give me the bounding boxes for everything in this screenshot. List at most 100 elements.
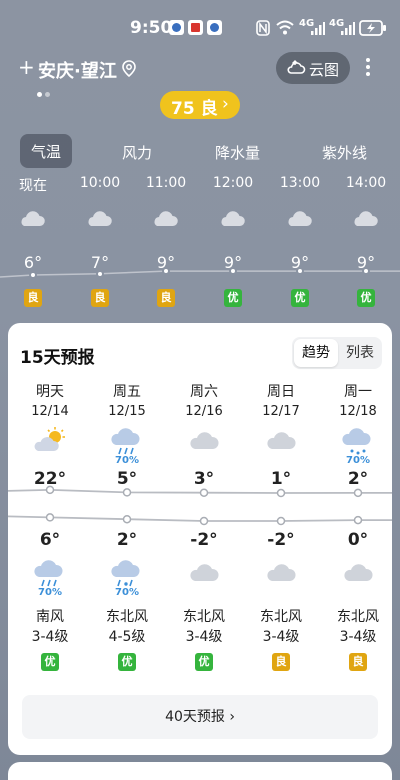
page-indicator [37, 82, 53, 101]
day-aq-badge: 良 [349, 653, 367, 671]
high-temp: 5° [116, 469, 138, 489]
day-date: 12/16 [185, 404, 223, 419]
sunny-cloudy-icon [12, 427, 88, 467]
status-time: 9:50 [130, 18, 173, 38]
status-bar: 9:50 4G 4G [0, 0, 400, 52]
location-name[interactable]: 安庆·望江 [38, 57, 117, 83]
wind-level: 3-4级 [262, 629, 300, 645]
low-temp-point [199, 516, 209, 526]
day-precip: 70% [115, 455, 139, 466]
wifi-icon [276, 20, 294, 35]
forecast-40day-button[interactable]: 40天预报 › [22, 695, 378, 739]
high-temp: 1° [270, 469, 292, 489]
day-name: 周一 [344, 384, 372, 400]
sleet-icon: 70% [89, 559, 165, 599]
location-pin-icon [122, 60, 136, 77]
app-notification-icon [207, 20, 222, 35]
wind-level: 3-4级 [31, 629, 69, 645]
cloud-map-button[interactable]: 云图 [276, 52, 350, 84]
tab-uv[interactable]: 紫外线 [322, 142, 367, 163]
cloudy-icon [243, 559, 319, 599]
low-temp-point [45, 513, 55, 522]
hour-time-label: 11:00 [145, 175, 187, 191]
hour-temp: 6° [23, 253, 43, 272]
low-temp: -2° [267, 530, 295, 550]
hour-aq-badge: 优 [224, 289, 242, 307]
trend-toggle[interactable]: 趋势 [294, 339, 338, 367]
rain-icon: 70% [12, 559, 88, 599]
tab-wind[interactable]: 风力 [122, 142, 152, 163]
cloudy-icon [166, 427, 242, 467]
hour-time-label: 13:00 [279, 175, 321, 191]
aqi-pill[interactable]: 75 良 › [160, 91, 240, 119]
battery-charging-icon [359, 20, 386, 36]
high-temp-point [122, 488, 132, 497]
day-date: 12/15 [108, 404, 146, 419]
hourly-temp-line [0, 270, 400, 278]
high-temp-point [276, 488, 286, 498]
cloudy-icon [152, 207, 180, 233]
cloud-map-icon [287, 60, 306, 74]
day-aq-badge: 优 [118, 653, 136, 671]
tab-temperature[interactable]: 气温 [20, 134, 72, 168]
hour-aq-badge: 优 [357, 289, 375, 307]
hour-time-label: 10:00 [79, 175, 121, 191]
wind-direction: 东北风 [337, 609, 379, 625]
hour-time-label: 现在 [19, 178, 47, 194]
hour-aq-badge: 优 [291, 289, 309, 307]
chevron-right-icon: › [222, 94, 229, 114]
cloudy-icon [320, 559, 396, 599]
cloudy-icon [86, 207, 114, 233]
signal-icon [311, 22, 325, 35]
signal-icon [341, 22, 355, 35]
high-temp-point [199, 488, 209, 497]
day-precip: 70% [346, 455, 370, 466]
day-aq-badge: 优 [195, 653, 213, 671]
aqi-value: 75 良 [171, 99, 218, 119]
cloudy-icon [286, 207, 314, 233]
night-precip: 70% [115, 587, 139, 598]
high-temp: 3° [193, 469, 215, 489]
day-name: 周日 [267, 384, 295, 400]
hour-time-label: 12:00 [212, 175, 254, 191]
day-date: 12/14 [31, 404, 69, 419]
view-toggle: 趋势 列表 [292, 337, 382, 369]
day-aq-badge: 良 [272, 653, 290, 671]
wind-level: 3-4级 [339, 629, 377, 645]
wind-direction: 东北风 [106, 609, 148, 625]
day-date: 12/18 [339, 404, 377, 419]
cloudy-icon [219, 207, 247, 233]
cloudy-icon [19, 207, 47, 233]
day-aq-badge: 优 [41, 653, 59, 671]
hour-temp-point [96, 269, 104, 278]
hour-aq-badge: 良 [24, 289, 42, 307]
cloudy-icon [166, 559, 242, 599]
high-temp: 22° [33, 469, 67, 489]
tab-precipitation[interactable]: 降水量 [215, 142, 260, 163]
high-temp: 2° [347, 469, 369, 489]
day-name: 周五 [113, 384, 141, 400]
day-name: 周六 [190, 384, 218, 400]
forecast-title: 15天预报 [20, 348, 95, 368]
wind-level: 4-5级 [108, 629, 146, 645]
day-name: 明天 [36, 384, 64, 400]
status-indicators: 4G 4G [256, 18, 386, 38]
more-menu-button[interactable] [360, 56, 376, 80]
list-toggle[interactable]: 列表 [340, 339, 380, 367]
add-city-button[interactable]: + [18, 55, 35, 79]
day-date: 12/17 [262, 404, 300, 419]
wind-direction: 东北风 [183, 609, 225, 625]
low-temp: 6° [39, 530, 61, 550]
nfc-icon [256, 20, 270, 36]
high-temp-point [353, 488, 363, 498]
app-notification-icon [169, 20, 184, 35]
forecast-card: 15天预报 趋势 列表 明天 12/14 22° 6° 70% 南风 3-4级优 周五 12/1… [8, 323, 392, 755]
cloudy-icon [243, 427, 319, 467]
low-temp: 2° [116, 530, 138, 550]
wind-level: 3-4级 [185, 629, 223, 645]
wind-direction: 东北风 [260, 609, 302, 625]
record-notification-icon [188, 20, 203, 35]
hour-aq-badge: 良 [157, 289, 175, 307]
night-precip: 70% [38, 587, 62, 598]
wind-direction: 南风 [36, 609, 64, 625]
